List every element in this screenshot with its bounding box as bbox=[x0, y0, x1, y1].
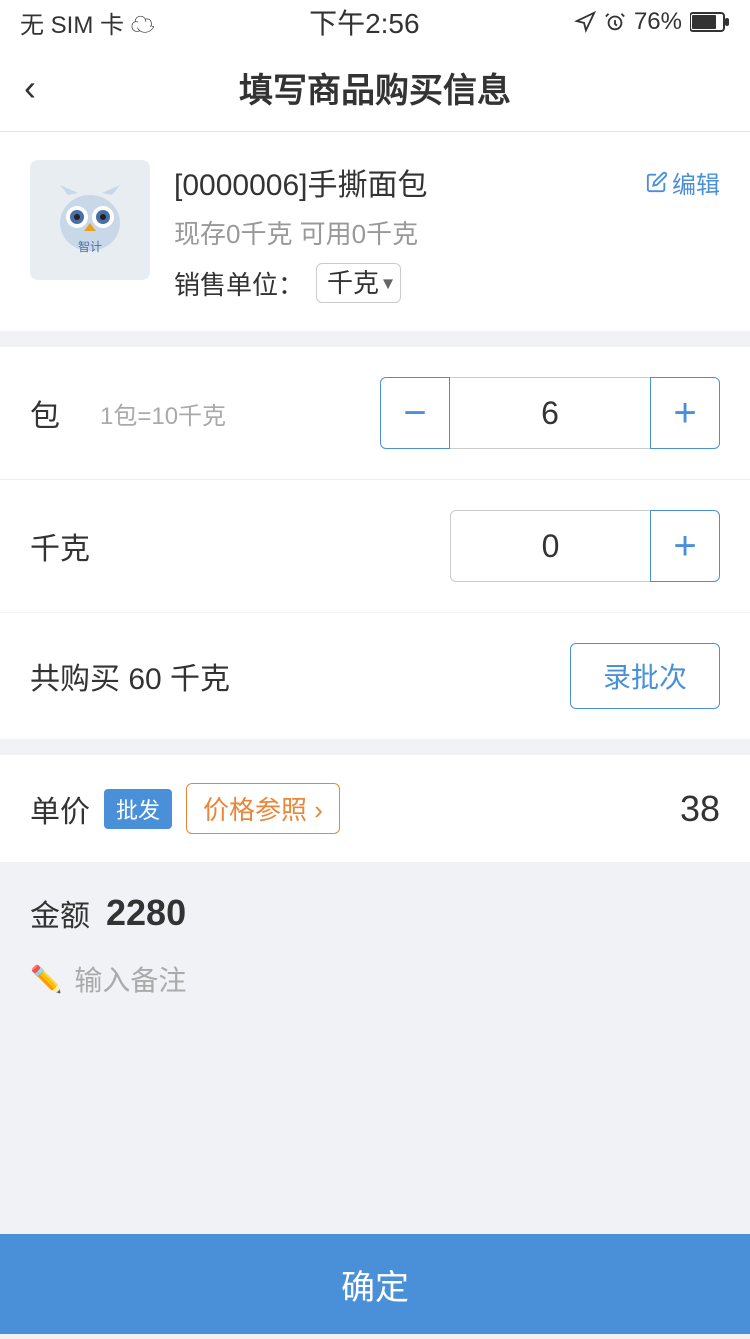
remark-icon: ✏️ bbox=[30, 964, 62, 995]
amount-row: 金额 2280 bbox=[30, 891, 720, 935]
price-ref-button[interactable]: 价格参照 › bbox=[186, 783, 340, 834]
price-ref-label: 价格参照 › bbox=[203, 790, 323, 827]
product-name: [0000006]手撕面包 bbox=[174, 160, 427, 204]
battery-icon bbox=[690, 11, 730, 33]
svg-text:智计: 智计 bbox=[78, 239, 102, 254]
unit-select[interactable]: 千克 bbox=[316, 263, 401, 303]
nav-bar: ‹ 填写商品购买信息 bbox=[0, 44, 750, 132]
location-icon bbox=[574, 11, 596, 33]
amount-label: 金额 bbox=[30, 891, 90, 935]
status-left: 无 SIM 卡 ☁ bbox=[20, 5, 155, 40]
qty-sublabel-bao: 1包=10千克 bbox=[100, 396, 380, 431]
edit-icon bbox=[646, 171, 668, 193]
product-stock: 现存0千克 可用0千克 bbox=[174, 214, 720, 251]
amount-value: 2280 bbox=[106, 892, 186, 934]
product-name-row: [0000006]手撕面包 编辑 bbox=[174, 160, 720, 204]
decrement-bao-button[interactable]: − bbox=[380, 377, 450, 449]
alarm-icon bbox=[604, 11, 626, 33]
qty-controls-kg: + bbox=[450, 510, 720, 582]
unit-select-wrap[interactable]: 千克 bbox=[316, 263, 401, 303]
product-unit-row: 销售单位： 千克 bbox=[174, 263, 720, 303]
qty-row-bao: 包 1包=10千克 − + bbox=[0, 347, 750, 480]
summary-text: 共购买 60 千克 bbox=[30, 654, 230, 698]
owl-logo: 智计 bbox=[50, 185, 130, 255]
product-info: [0000006]手撕面包 编辑 现存0千克 可用0千克 销售单位： 千克 bbox=[174, 160, 720, 303]
amount-section: 金额 2280 ✏️ 输入备注 bbox=[0, 863, 750, 1019]
batch-button[interactable]: 录批次 bbox=[570, 643, 720, 709]
product-card: 智计 [0000006]手撕面包 编辑 现存0千克 可用0千克 销售单位： 千克 bbox=[0, 132, 750, 331]
edit-button[interactable]: 编辑 bbox=[646, 165, 720, 200]
edit-label: 编辑 bbox=[672, 165, 720, 200]
product-image: 智计 bbox=[30, 160, 150, 280]
confirm-button[interactable]: 确定 bbox=[0, 1234, 750, 1334]
qty-label-kg: 千克 bbox=[30, 524, 90, 568]
remark-placeholder: 输入备注 bbox=[74, 959, 186, 999]
price-label-group: 单价 批发 价格参照 › bbox=[30, 783, 340, 834]
price-row: 单价 批发 价格参照 › 38 bbox=[30, 783, 720, 834]
summary-row: 共购买 60 千克 录批次 bbox=[0, 613, 750, 739]
price-label: 单价 bbox=[30, 787, 90, 831]
qty-input-bao[interactable] bbox=[450, 377, 650, 449]
increment-kg-button[interactable]: + bbox=[650, 510, 720, 582]
price-tag: 批发 bbox=[104, 789, 172, 829]
quantity-section: 包 1包=10千克 − + 千克 + bbox=[0, 347, 750, 612]
page-title: 填写商品购买信息 bbox=[239, 63, 511, 112]
qty-row-kg: 千克 + bbox=[0, 480, 750, 612]
qty-controls-bao: − + bbox=[380, 377, 720, 449]
status-bar: 无 SIM 卡 ☁ 下午2:56 76% bbox=[0, 0, 750, 44]
remark-row[interactable]: ✏️ 输入备注 bbox=[30, 959, 720, 999]
status-time: 下午2:56 bbox=[309, 2, 420, 42]
increment-bao-button[interactable]: + bbox=[650, 377, 720, 449]
status-right: 76% bbox=[574, 8, 730, 36]
price-section: 单价 批发 价格参照 › 38 bbox=[0, 755, 750, 862]
battery-text: 76% bbox=[634, 8, 682, 36]
back-button[interactable]: ‹ bbox=[24, 67, 36, 109]
unit-label: 销售单位： bbox=[174, 265, 304, 302]
qty-label-bao: 包 bbox=[30, 391, 90, 435]
sim-status: 无 SIM 卡 ☁ bbox=[20, 5, 155, 40]
price-value: 38 bbox=[680, 788, 720, 830]
qty-input-kg[interactable] bbox=[450, 510, 650, 582]
